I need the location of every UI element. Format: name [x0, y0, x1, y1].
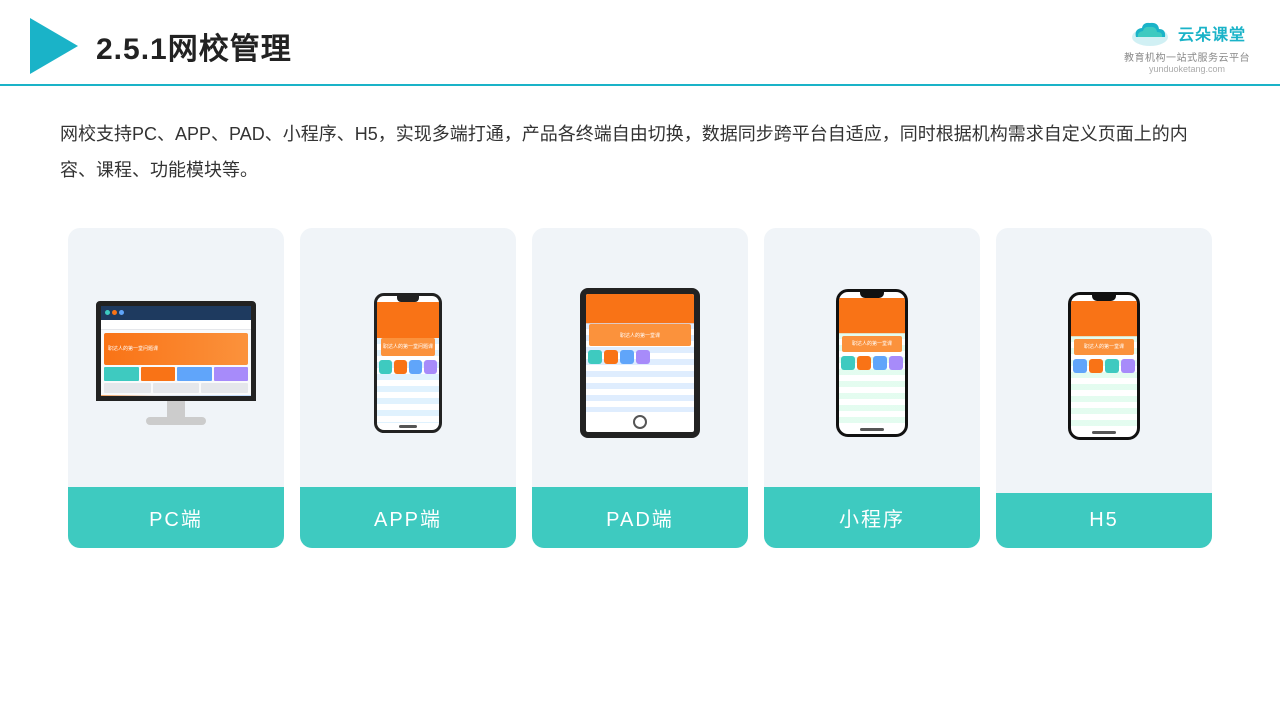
logo-area: 云朵课堂 教育机构一站式服务云平台 yunduoketang.com [1124, 19, 1250, 74]
card-pad: 职达人的第一堂课 PAD端 [532, 228, 748, 548]
logo-cloud: 云朵课堂 [1128, 19, 1246, 47]
card-miniprogram-image: 职达人的第一堂课 [764, 228, 980, 487]
card-h5-image: 职达人的第一堂课 [996, 228, 1212, 493]
phone-mini-mock: 职达人的第一堂课 [836, 289, 908, 437]
card-pad-label: PAD端 [532, 487, 748, 548]
monitor-screen: 职达人的第一堂问题课 [96, 301, 256, 401]
card-miniprogram: 职达人的第一堂课 小程序 [764, 228, 980, 548]
description-text: 网校支持PC、APP、PAD、小程序、H5，实现多端打通，产品各终端自由切换，数… [0, 86, 1280, 198]
cards-row: 职达人的第一堂问题课 [0, 198, 1280, 568]
card-pc-label: PC端 [68, 487, 284, 548]
page-header: 2.5.1网校管理 云朵课堂 教育机构一站式服务云平台 yunduoketang… [0, 0, 1280, 86]
logo-text: 云朵课堂 [1178, 21, 1246, 45]
page-title: 2.5.1网校管理 [96, 24, 292, 68]
card-pad-image: 职达人的第一堂课 [532, 228, 748, 487]
tablet-mock: 职达人的第一堂课 [580, 288, 700, 438]
card-pc: 职达人的第一堂问题课 [68, 228, 284, 548]
monitor-mock: 职达人的第一堂问题课 [96, 301, 256, 425]
card-h5: 职达人的第一堂课 H5 [996, 228, 1212, 548]
phone-app-mock: 职达人的第一堂问题课 [374, 293, 442, 433]
play-icon [30, 18, 78, 74]
header-left: 2.5.1网校管理 [30, 18, 292, 74]
card-app-image: 职达人的第一堂问题课 [300, 228, 516, 487]
cloud-logo-icon [1128, 19, 1172, 47]
card-app-label: APP端 [300, 487, 516, 548]
logo-url: yunduoketang.com [1149, 64, 1225, 74]
card-pc-image: 职达人的第一堂问题课 [68, 228, 284, 487]
card-app: 职达人的第一堂问题课 APP端 [300, 228, 516, 548]
logo-subtitle: 教育机构一站式服务云平台 [1124, 49, 1250, 64]
card-h5-label: H5 [996, 493, 1212, 548]
phone-h5-mock: 职达人的第一堂课 [1068, 292, 1140, 440]
card-miniprogram-label: 小程序 [764, 487, 980, 548]
